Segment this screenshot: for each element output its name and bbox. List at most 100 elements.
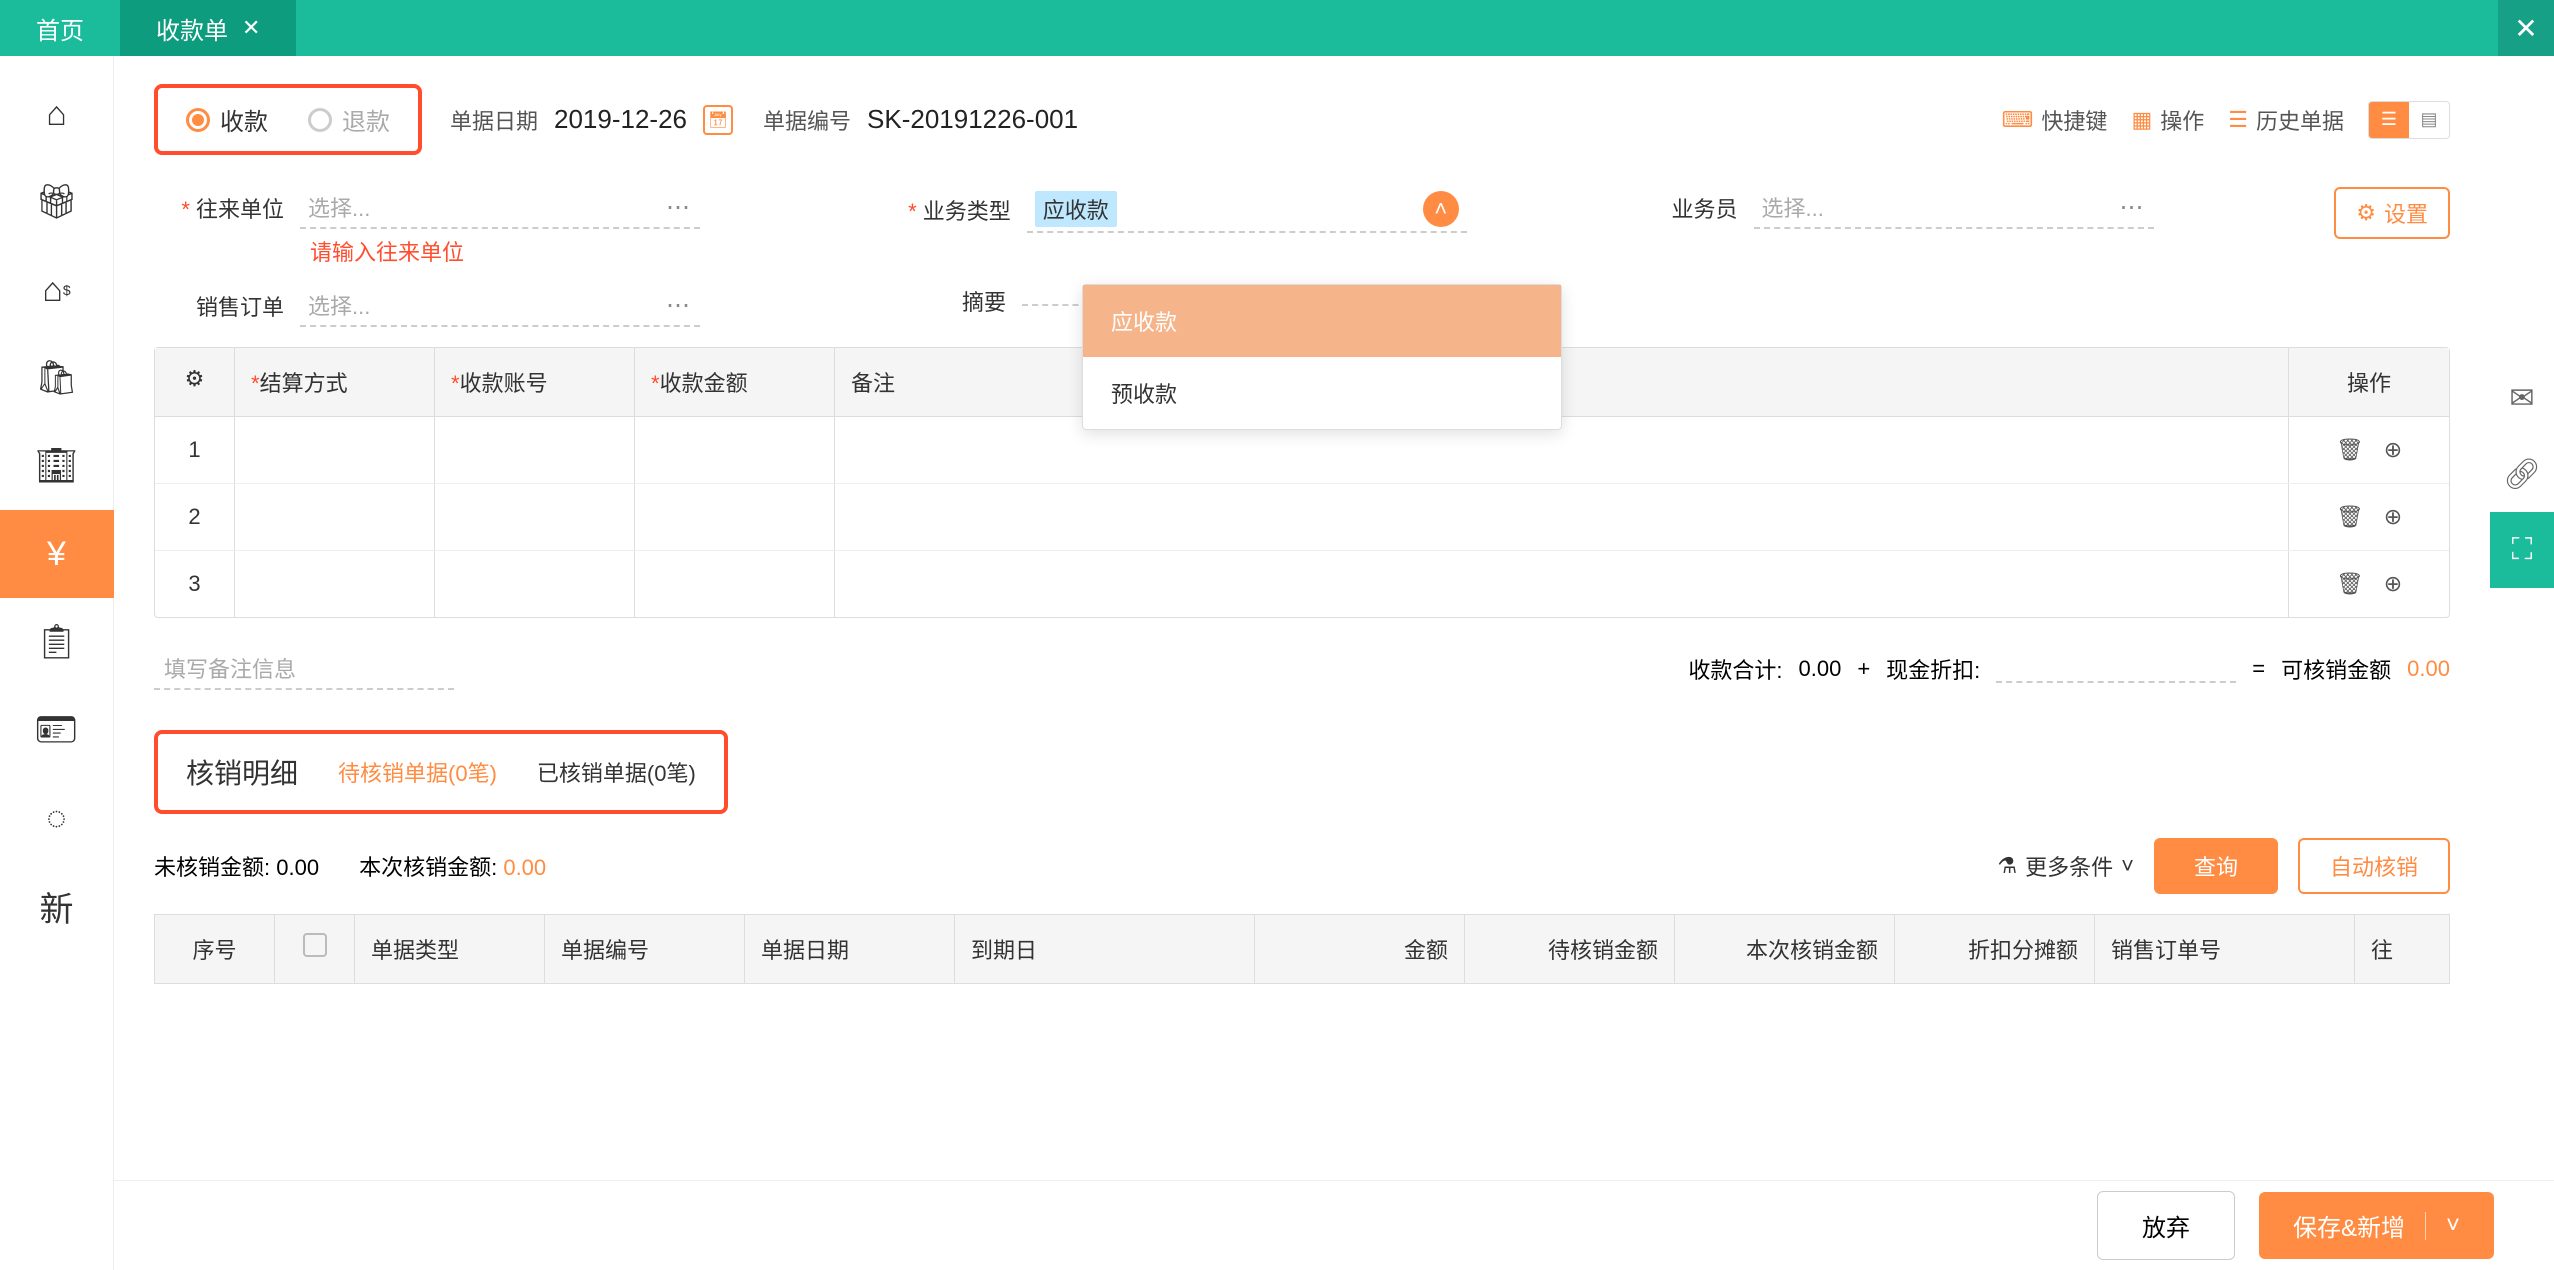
salesperson-input[interactable]: 选择... ⋯ xyxy=(1754,187,2154,229)
calendar-icon[interactable]: 📅︎ xyxy=(703,105,733,135)
chevron-down-icon: ˅ xyxy=(2121,853,2134,879)
placeholder-text: 选择... xyxy=(308,289,370,321)
mail-icon[interactable]: ✉︎ xyxy=(2490,360,2554,436)
sales-order-field: 销售订单 选择... ⋯ xyxy=(154,285,816,327)
link-label: 历史单据 xyxy=(2256,104,2344,136)
col-date: 单据日期 xyxy=(745,915,955,983)
new-doc-icon[interactable]: 新 xyxy=(0,862,114,950)
cell-settle[interactable] xyxy=(235,417,435,483)
shortcut-link[interactable]: ⌨︎ 快捷键 xyxy=(2002,104,2108,136)
discount-label: 现金折扣: xyxy=(1886,653,1980,685)
history-link[interactable]: ☰ 历史单据 xyxy=(2228,104,2344,136)
cell-action: 🗑︎ ⊕ xyxy=(2289,484,2449,550)
cancel-button[interactable]: 放弃 xyxy=(2097,1191,2235,1260)
cell-amount[interactable] xyxy=(635,484,835,550)
party-input[interactable]: 选择... ⋯ xyxy=(300,187,700,229)
auto-verify-button[interactable]: 自动核销 xyxy=(2298,838,2450,894)
verify-section: 核销明细 待核销单据(0笔) 已核销单据(0笔) 未核销金额: 0.00 本次核… xyxy=(154,730,2450,984)
button-label: 设置 xyxy=(2384,197,2428,229)
cell-account[interactable] xyxy=(435,484,635,550)
cell-remark[interactable] xyxy=(835,551,2289,617)
verify-tab-done[interactable]: 已核销单据(0笔) xyxy=(537,756,696,788)
add-icon[interactable]: ⊕ xyxy=(2384,571,2402,597)
add-icon[interactable]: ⊕ xyxy=(2384,504,2402,530)
more-icon[interactable]: ⋯ xyxy=(2120,193,2146,222)
tab-receipt[interactable]: 收款单 ✕ xyxy=(120,0,296,56)
biz-type-field: *业务类型 应收款 ˄ xyxy=(881,187,1548,233)
link-label: 快捷键 xyxy=(2041,104,2107,136)
sales-order-input[interactable]: 选择... ⋯ xyxy=(300,285,700,327)
plus-sign: + xyxy=(1857,656,1870,682)
party-field: *往来单位 选择... ⋯ xyxy=(154,187,821,229)
radio-on-icon xyxy=(186,108,210,132)
verify-table-header: 序号 单据类型 单据编号 单据日期 到期日 金额 待核销金额 本次核销金额 折扣… xyxy=(155,915,2449,983)
add-icon[interactable]: ⊕ xyxy=(2384,437,2402,463)
dropdown-option-receivable[interactable]: 应收款 xyxy=(1083,285,1561,357)
gift-icon[interactable]: 🎁︎ xyxy=(0,158,114,246)
more-icon[interactable]: ⋯ xyxy=(666,193,692,222)
id-card-icon[interactable]: 🪪︎ xyxy=(0,686,114,774)
tab-home[interactable]: 首页 xyxy=(0,0,120,56)
chevron-down-icon[interactable]: ˅ xyxy=(2425,1212,2460,1240)
expand-icon[interactable]: ⛶ xyxy=(2490,512,2554,588)
radio-label: 退款 xyxy=(342,102,390,137)
clipboard-icon[interactable]: 📋︎ xyxy=(0,598,114,686)
doc-no-label: 单据编号 xyxy=(763,104,851,136)
col-remark: 备注 xyxy=(835,348,2289,416)
radio-refund[interactable]: 退款 xyxy=(308,102,390,137)
building-icon[interactable]: 🏢︎ xyxy=(0,422,114,510)
more-conditions-button[interactable]: ⚗︎ 更多条件 ˅ xyxy=(1997,850,2134,882)
checkbox-icon[interactable] xyxy=(303,933,327,957)
settings-button[interactable]: ⚙︎ 设置 xyxy=(2334,187,2450,239)
cell-settle[interactable] xyxy=(235,551,435,617)
verify-tab-pending[interactable]: 待核销单据(0笔) xyxy=(338,756,497,788)
col-checkbox[interactable] xyxy=(275,915,355,983)
link-label: 操作 xyxy=(2160,104,2204,136)
view-card-button[interactable]: ▤ xyxy=(2409,102,2449,138)
cell-account[interactable] xyxy=(435,551,635,617)
avail-label: 可核销金额 xyxy=(2281,653,2391,685)
table-row[interactable]: 2 🗑︎ ⊕ xyxy=(155,484,2449,551)
cell-action: 🗑︎ ⊕ xyxy=(2289,417,2449,483)
receipt-type-radio-group: 收款 退款 xyxy=(154,84,422,155)
more-icon[interactable]: ⋯ xyxy=(666,291,692,320)
chevron-up-icon[interactable]: ˄ xyxy=(1423,191,1459,227)
money-bag-icon[interactable]: ¥ xyxy=(0,510,114,598)
field-label: *业务类型 xyxy=(881,194,1011,226)
delete-icon[interactable]: 🗑︎ xyxy=(2336,571,2364,597)
operate-link[interactable]: ▦ 操作 xyxy=(2131,104,2204,136)
cell-account[interactable] xyxy=(435,417,635,483)
cell-remark[interactable] xyxy=(835,484,2289,550)
view-list-button[interactable]: ☰ xyxy=(2369,102,2409,138)
dotted-circle-icon[interactable]: ◌ xyxy=(0,774,114,862)
list-icon: ☰ xyxy=(2228,107,2248,133)
biz-type-select[interactable]: 应收款 ˄ xyxy=(1027,187,1467,233)
bag-icon[interactable]: 🛍︎ xyxy=(0,334,114,422)
house-dollar-icon[interactable]: ⌂$ xyxy=(0,246,114,334)
delete-icon[interactable]: 🗑︎ xyxy=(2336,504,2364,530)
col-seq: 序号 xyxy=(155,915,275,983)
window-close-button[interactable]: ✕ xyxy=(2498,0,2554,56)
placeholder-text: 选择... xyxy=(1762,191,1824,223)
dropdown-option-prereceive[interactable]: 预收款 xyxy=(1083,357,1561,429)
table-row[interactable]: 3 🗑︎ ⊕ xyxy=(155,551,2449,617)
cell-amount[interactable] xyxy=(635,551,835,617)
link-icon[interactable]: 🔗︎ xyxy=(2490,436,2554,512)
cell-settle[interactable] xyxy=(235,484,435,550)
save-and-new-button[interactable]: 保存&新增 ˅ xyxy=(2259,1192,2494,1259)
home-icon[interactable]: ⌂ xyxy=(0,70,114,158)
doc-no-value: SK-20191226-001 xyxy=(867,104,1078,135)
button-label: 保存&新增 xyxy=(2293,1208,2405,1243)
gear-header[interactable]: ⚙︎ xyxy=(155,348,235,416)
this-verify-amount: 本次核销金额: 0.00 xyxy=(359,850,546,882)
summary-totals: 收款合计: 0.00 + 现金折扣: = 可核销金额 0.00 xyxy=(1688,653,2450,685)
query-button[interactable]: 查询 xyxy=(2154,838,2278,894)
remark-input[interactable]: 填写备注信息 xyxy=(154,648,454,690)
delete-icon[interactable]: 🗑︎ xyxy=(2336,437,2364,463)
doc-date-value[interactable]: 2019-12-26 xyxy=(554,104,687,135)
close-icon[interactable]: ✕ xyxy=(242,15,260,41)
discount-input[interactable] xyxy=(1996,655,2236,683)
cell-remark[interactable] xyxy=(835,417,2289,483)
cell-amount[interactable] xyxy=(635,417,835,483)
radio-receive[interactable]: 收款 xyxy=(186,102,268,137)
